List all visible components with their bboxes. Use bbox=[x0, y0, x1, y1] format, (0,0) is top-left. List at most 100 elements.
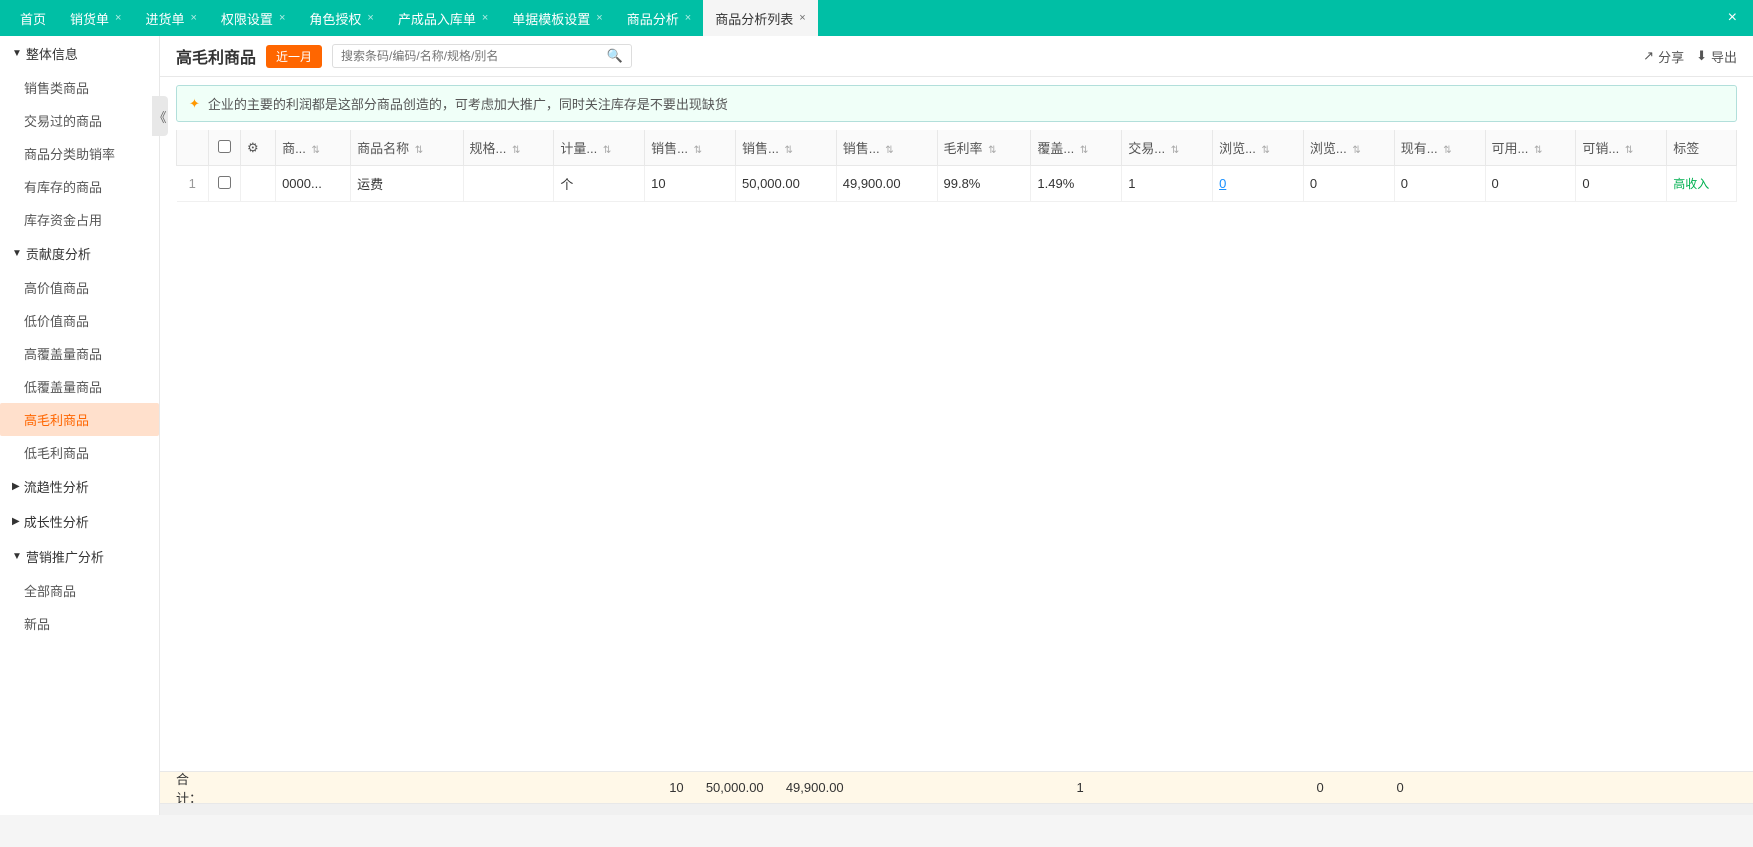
nav-tab-home[interactable]: 首页 bbox=[8, 0, 58, 36]
filter-recent-month-button[interactable]: 近一月 bbox=[266, 45, 322, 68]
th-coverage[interactable]: 覆盖... ⇅ bbox=[1031, 130, 1122, 166]
search-icon[interactable]: 🔍 bbox=[607, 48, 623, 64]
sort-icon: ⇅ bbox=[1625, 145, 1633, 156]
th-tag[interactable]: 标签 bbox=[1667, 130, 1737, 166]
horizontal-scrollbar[interactable] bbox=[160, 803, 1753, 815]
sidebar-item-traded-goods[interactable]: 交易过的商品 bbox=[0, 104, 159, 137]
nav-tab-permission[interactable]: 权限设置 × bbox=[209, 0, 297, 36]
close-icon[interactable]: × bbox=[685, 12, 691, 24]
sidebar-item-low-value[interactable]: 低价值商品 bbox=[0, 304, 159, 337]
sidebar-group-marketing[interactable]: ▼ 营销推广分析 bbox=[0, 539, 159, 574]
th-browse2[interactable]: 浏览... ⇅ bbox=[1303, 130, 1394, 166]
sidebar-item-category-rate[interactable]: 商品分类助销率 bbox=[0, 137, 159, 170]
cell-sales-profit: 49,900.00 bbox=[836, 166, 937, 202]
table-header-row: ⚙ 商... ⇅ 商品名称 ⇅ 规格... bbox=[177, 130, 1737, 166]
top-navigation: 首页 销货单 × 进货单 × 权限设置 × 角色授权 × 产成品入库单 × 单据… bbox=[0, 0, 1753, 36]
th-gross-margin[interactable]: 毛利率 ⇅ bbox=[937, 130, 1031, 166]
sort-icon: ⇅ bbox=[885, 145, 893, 156]
th-sellable[interactable]: 可销... ⇅ bbox=[1576, 130, 1667, 166]
sort-icon: ⇅ bbox=[312, 145, 320, 156]
th-current-stock[interactable]: 现有... ⇅ bbox=[1394, 130, 1485, 166]
cell-num: 1 bbox=[177, 166, 209, 202]
sidebar-item-sales-goods[interactable]: 销售类商品 bbox=[0, 71, 159, 104]
close-all-tabs[interactable]: × bbox=[1720, 9, 1745, 27]
sidebar-item-all-goods[interactable]: 全部商品 bbox=[0, 574, 159, 607]
th-sales-profit[interactable]: 销售... ⇅ bbox=[836, 130, 937, 166]
close-icon[interactable]: × bbox=[482, 12, 488, 24]
cell-sales-amount: 50,000.00 bbox=[736, 166, 837, 202]
th-unit[interactable]: 计量... ⇅ bbox=[554, 130, 645, 166]
footer-current-stock: 0 bbox=[1250, 780, 1330, 795]
sidebar-item-high-margin[interactable]: 高毛利商品 bbox=[0, 403, 159, 436]
sidebar-item-stock-capital[interactable]: 库存资金占用 bbox=[0, 203, 159, 236]
th-settings[interactable]: ⚙ bbox=[241, 130, 276, 166]
sidebar-item-low-coverage[interactable]: 低覆盖量商品 bbox=[0, 370, 159, 403]
sort-icon: ⇅ bbox=[512, 145, 520, 156]
sidebar-item-high-coverage[interactable]: 高覆盖量商品 bbox=[0, 337, 159, 370]
footer-summary: 合计： 10 50,000.00 49,900.00 1 0 0 bbox=[160, 771, 1753, 803]
th-browse1[interactable]: 浏览... ⇅ bbox=[1213, 130, 1304, 166]
close-icon[interactable]: × bbox=[115, 12, 121, 24]
footer-label: 合计： bbox=[176, 769, 214, 807]
cell-current-stock: 0 bbox=[1394, 166, 1485, 202]
sidebar-item-high-value[interactable]: 高价值商品 bbox=[0, 271, 159, 304]
select-all-checkbox[interactable] bbox=[218, 140, 231, 153]
sidebar-group-overall[interactable]: ▼ 整体信息 bbox=[0, 36, 159, 71]
chevron-right-icon: ▶ bbox=[12, 481, 20, 492]
share-button[interactable]: ↗ 分享 bbox=[1643, 47, 1684, 66]
sidebar-item-stocked-goods[interactable]: 有库存的商品 bbox=[0, 170, 159, 203]
sidebar-group-trend[interactable]: ▶ 流趋性分析 bbox=[0, 469, 159, 504]
footer-trade: 1 bbox=[1010, 780, 1090, 795]
close-icon[interactable]: × bbox=[596, 12, 602, 24]
info-icon: ✦ bbox=[189, 96, 200, 112]
chevron-left-icon: 《 bbox=[153, 107, 166, 126]
sidebar-collapse-button[interactable]: 《 bbox=[152, 96, 168, 136]
th-sales-amount[interactable]: 销售... ⇅ bbox=[736, 130, 837, 166]
th-name[interactable]: 商品名称 ⇅ bbox=[351, 130, 463, 166]
data-table: ⚙ 商... ⇅ 商品名称 ⇅ 规格... bbox=[176, 130, 1737, 202]
close-icon[interactable]: × bbox=[190, 12, 196, 24]
th-code[interactable]: 商... ⇅ bbox=[276, 130, 351, 166]
cell-code: 0000... bbox=[276, 166, 351, 202]
content-area: 高毛利商品 近一月 🔍 ↗ 分享 ⬇ 导出 bbox=[160, 36, 1753, 815]
th-spec[interactable]: 规格... ⇅ bbox=[463, 130, 554, 166]
sidebar-group-growth[interactable]: ▶ 成长性分析 bbox=[0, 504, 159, 539]
row-checkbox[interactable] bbox=[218, 176, 231, 189]
cell-available: 0 bbox=[1485, 166, 1576, 202]
close-icon[interactable]: × bbox=[799, 12, 805, 24]
search-input[interactable] bbox=[341, 49, 607, 63]
sidebar-group-contribution[interactable]: ▼ 贡献度分析 bbox=[0, 236, 159, 271]
cell-name[interactable]: 运费 bbox=[351, 166, 463, 202]
browse1-link[interactable]: 0 bbox=[1219, 176, 1226, 191]
export-button[interactable]: ⬇ 导出 bbox=[1696, 47, 1737, 66]
data-table-wrapper: ⚙ 商... ⇅ 商品名称 ⇅ 规格... bbox=[160, 130, 1753, 771]
nav-tab-role[interactable]: 角色授权 × bbox=[297, 0, 385, 36]
th-sales-qty[interactable]: 销售... ⇅ bbox=[645, 130, 736, 166]
nav-tab-sales[interactable]: 销货单 × bbox=[58, 0, 133, 36]
footer-sales-profit: 49,900.00 bbox=[770, 780, 850, 795]
cell-browse2: 0 bbox=[1303, 166, 1394, 202]
sort-icon: ⇅ bbox=[415, 145, 423, 156]
nav-tab-product-in[interactable]: 产成品入库单 × bbox=[386, 0, 500, 36]
cell-checkbox bbox=[209, 166, 241, 202]
nav-tab-template[interactable]: 单据模板设置 × bbox=[500, 0, 614, 36]
page-title: 高毛利商品 bbox=[176, 44, 256, 68]
search-box: 🔍 bbox=[332, 44, 632, 68]
sort-icon: ⇅ bbox=[1443, 145, 1451, 156]
close-icon[interactable]: × bbox=[367, 12, 373, 24]
footer-cells: 10 50,000.00 49,900.00 1 0 0 bbox=[230, 780, 1737, 795]
sidebar-item-new-goods[interactable]: 新品 bbox=[0, 607, 159, 640]
info-banner: ✦ 企业的主要的利润都是这部分商品创造的，可考虑加大推广，同时关注库存是不要出现… bbox=[176, 85, 1737, 122]
th-trade[interactable]: 交易... ⇅ bbox=[1122, 130, 1213, 166]
nav-tab-purchase[interactable]: 进货单 × bbox=[133, 0, 208, 36]
cell-trade: 1 bbox=[1122, 166, 1213, 202]
nav-tab-product-analysis-list[interactable]: 商品分析列表 × bbox=[703, 0, 817, 36]
sort-icon: ⇅ bbox=[1262, 145, 1270, 156]
th-available[interactable]: 可用... ⇅ bbox=[1485, 130, 1576, 166]
sort-icon: ⇅ bbox=[694, 145, 702, 156]
close-icon[interactable]: × bbox=[279, 12, 285, 24]
nav-tab-product-analysis[interactable]: 商品分析 × bbox=[615, 0, 703, 36]
export-icon: ⬇ bbox=[1696, 48, 1707, 64]
sidebar-item-low-margin[interactable]: 低毛利商品 bbox=[0, 436, 159, 469]
th-checkbox bbox=[209, 130, 241, 166]
